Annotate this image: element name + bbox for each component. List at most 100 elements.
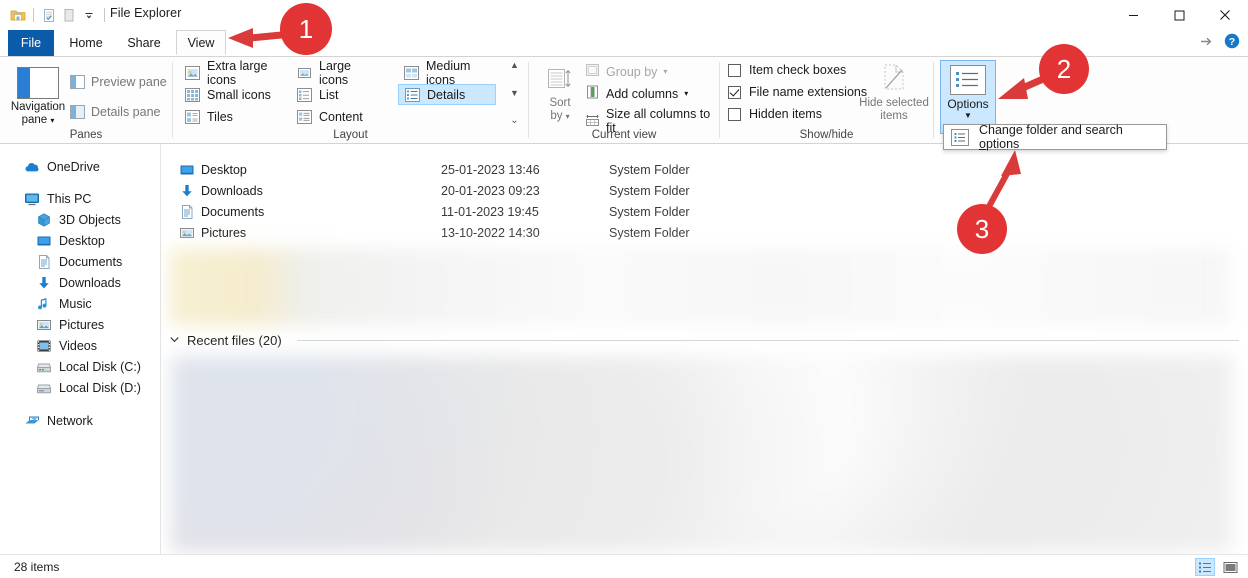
chevron-down-icon[interactable] [169, 333, 180, 348]
collapse-ribbon-icon[interactable] [1199, 35, 1214, 51]
quick-access-toolbar[interactable] [8, 5, 110, 25]
item-check-boxes-checkbox[interactable]: Item check boxes [728, 63, 846, 77]
desktop-icon [36, 233, 52, 249]
add-columns-button[interactable]: Add columns ▾ [585, 85, 688, 102]
details-pane-button[interactable]: Details pane [70, 105, 161, 119]
large-icons-view-button[interactable] [1220, 558, 1240, 576]
layout-tiles-label: Tiles [207, 109, 233, 124]
sidebar-item-label: This PC [47, 191, 92, 206]
checkbox-box[interactable] [728, 63, 741, 77]
layout-content[interactable]: Content [291, 106, 385, 127]
help-icon[interactable]: ? [1224, 33, 1240, 52]
group-header-recent-files[interactable]: Recent files (20) [169, 329, 1239, 351]
group-by-button[interactable]: Group by ▾ [585, 63, 667, 80]
customize-qat-dropdown-icon[interactable] [79, 5, 99, 25]
sidebar-item-music[interactable]: Music [0, 293, 160, 314]
table-row[interactable]: Downloads 20-01-2023 09:23 System Folder [161, 181, 1248, 202]
sidebar-item-documents[interactable]: Documents [0, 251, 160, 272]
documents-icon [179, 204, 195, 220]
preview-pane-button[interactable]: Preview pane [70, 75, 167, 89]
navigation-pane-label-2: pane [21, 114, 48, 126]
sidebar-item-label: Music [59, 296, 92, 311]
gallery-scroll-up-icon[interactable]: ▲ [510, 61, 519, 70]
layout-tiles[interactable]: Tiles [179, 106, 291, 127]
sidebar-item-pictures[interactable]: Pictures [0, 314, 160, 335]
sidebar-item-3d-objects[interactable]: 3D Objects [0, 209, 160, 230]
gallery-scroll-down-icon[interactable]: ▼ [510, 88, 519, 98]
layout-large-icons-label: Large icons [319, 58, 351, 87]
hide-selected-items-label-1: Hide selected [859, 97, 929, 109]
layout-gallery-scrollbar[interactable]: ▲ ▼ ⌄ [507, 61, 522, 126]
sort-by-icon [545, 65, 575, 95]
sidebar-item-label: Desktop [59, 233, 105, 248]
navigation-pane[interactable]: OneDrive This PC 3D Objects Desktop Docu [0, 144, 160, 554]
chevron-down-icon: ▾ [50, 116, 55, 125]
minimize-button[interactable] [1110, 0, 1156, 30]
file-date: 13-10-2022 14:30 [441, 226, 540, 240]
tab-view[interactable]: View [176, 30, 226, 55]
table-row[interactable]: Desktop 25-01-2023 13:46 System Folder [161, 160, 1248, 181]
sort-by-label-2: by [550, 110, 563, 122]
sidebar-item-network[interactable]: Network [0, 410, 160, 431]
sidebar-item-onedrive[interactable]: OneDrive [0, 156, 160, 177]
layout-small-icons[interactable]: Small icons [179, 84, 291, 105]
large-icons-icon [297, 66, 312, 80]
tiles-icon [185, 109, 200, 124]
hidden-items-label: Hidden items [749, 107, 822, 121]
qat-divider-1 [33, 8, 34, 22]
options-dropdown-menu[interactable]: Change folder and search options [943, 123, 1167, 151]
chevron-down-icon[interactable]: ▼ [941, 111, 995, 120]
navigation-pane-button[interactable]: Navigation pane ▾ [10, 61, 66, 133]
sort-by-label-1: Sort [549, 97, 571, 109]
hidden-items-checkbox[interactable]: Hidden items [728, 107, 822, 121]
tab-file[interactable]: File [8, 30, 54, 56]
checkbox-box-checked[interactable] [728, 85, 741, 99]
file-name: Downloads [201, 184, 263, 198]
ribbon-group-layout: Extra large icons Large icons Medium ico… [173, 57, 528, 143]
ribbon-group-label-show-hide: Show/hide [799, 129, 854, 141]
hide-selected-items-icon [855, 61, 933, 97]
layout-large-icons[interactable]: Large icons [291, 59, 375, 87]
details-icon [405, 87, 420, 102]
chevron-down-icon: ▾ [663, 67, 668, 76]
this-pc-icon [24, 191, 40, 207]
item-count-label: 28 items [14, 560, 60, 574]
properties-icon[interactable] [39, 5, 59, 25]
layout-details[interactable]: Details [398, 84, 496, 105]
layout-medium-icons[interactable]: Medium icons [398, 59, 496, 87]
file-name-extensions-checkbox[interactable]: File name extensions [728, 85, 867, 99]
details-pane-icon [70, 105, 85, 119]
details-pane-label: Details pane [91, 105, 161, 119]
sidebar-item-local-disk-c[interactable]: Local Disk (C:) [0, 356, 160, 377]
gallery-expand-icon[interactable]: ⌄ [510, 116, 518, 126]
checkbox-box[interactable] [728, 107, 741, 121]
hide-selected-items-button[interactable]: Hide selected items [855, 61, 933, 123]
group-header-rule [296, 339, 1239, 341]
sidebar-item-local-disk-d[interactable]: Local Disk (D:) [0, 377, 160, 398]
layout-list[interactable]: List [291, 84, 375, 105]
network-icon [24, 413, 40, 429]
group-header-label: Recent files (20) [187, 332, 282, 348]
table-row[interactable]: Documents 11-01-2023 19:45 System Folder [161, 202, 1248, 223]
layout-medium-icons-label: Medium icons [426, 58, 471, 87]
disk-icon [36, 359, 52, 375]
sidebar-item-desktop[interactable]: Desktop [0, 230, 160, 251]
file-name: Documents [201, 205, 265, 219]
ribbon-group-label-panes: Panes [69, 129, 103, 141]
change-folder-and-search-options-menu-item[interactable]: Change folder and search options [979, 123, 1166, 151]
sidebar-item-downloads[interactable]: Downloads [0, 272, 160, 293]
file-list[interactable]: Desktop 25-01-2023 13:46 System Folder D… [161, 144, 1248, 554]
maximize-button[interactable] [1156, 0, 1202, 30]
folder-icon[interactable] [8, 5, 28, 25]
table-row[interactable]: Pictures 13-10-2022 14:30 System Folder [161, 223, 1248, 244]
sort-by-button[interactable]: Sort by ▾ [537, 61, 583, 133]
layout-extra-large-icons[interactable]: Extra large icons [179, 59, 291, 87]
sidebar-item-videos[interactable]: Videos [0, 335, 160, 356]
tab-home[interactable]: Home [60, 30, 112, 56]
sidebar-item-this-pc[interactable]: This PC [0, 188, 160, 209]
list-icon [297, 87, 312, 102]
details-view-button[interactable] [1195, 558, 1215, 576]
close-button[interactable] [1202, 0, 1248, 30]
tab-share[interactable]: Share [116, 30, 172, 56]
new-folder-icon[interactable] [59, 5, 79, 25]
